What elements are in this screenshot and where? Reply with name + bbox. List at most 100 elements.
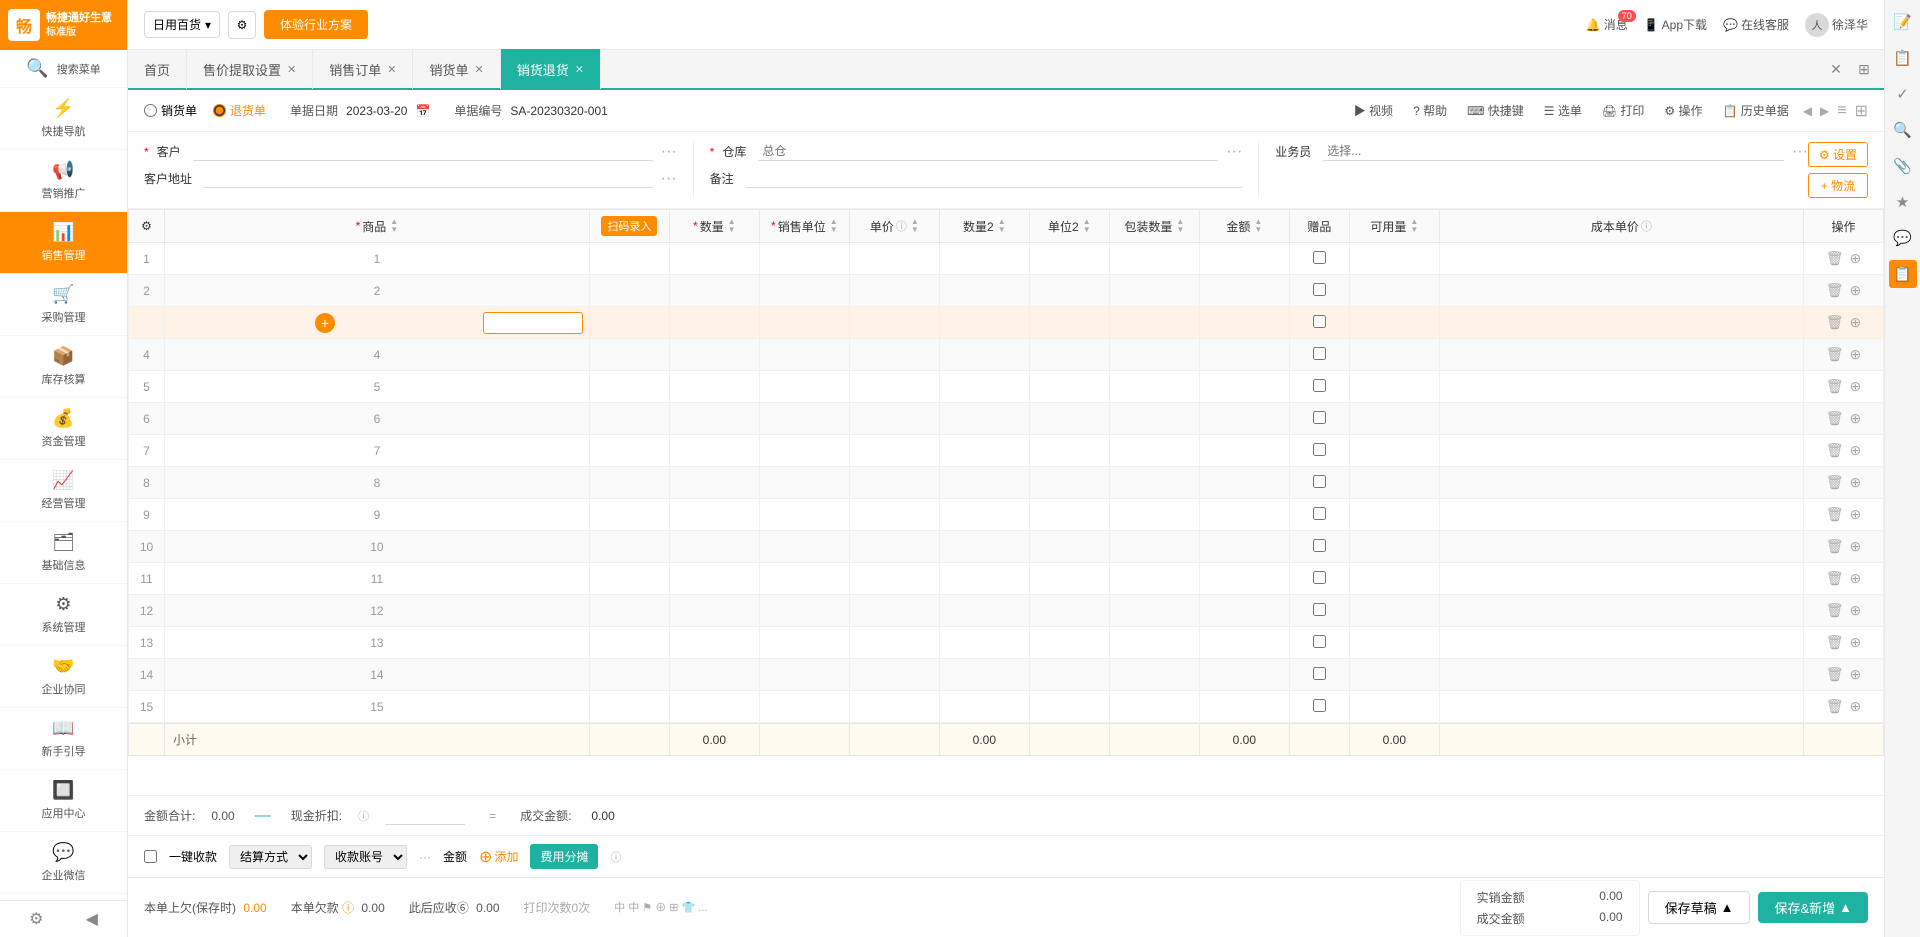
cell-amount-10[interactable] bbox=[1199, 531, 1289, 563]
copy-btn-2[interactable]: ⊕ bbox=[1850, 282, 1862, 299]
cell-unit2-1[interactable] bbox=[1029, 243, 1109, 275]
cell-qty2-10[interactable] bbox=[939, 531, 1029, 563]
cell-qty-7[interactable] bbox=[669, 435, 759, 467]
cell-unit-8[interactable] bbox=[759, 467, 849, 499]
cell-unit2-15[interactable] bbox=[1029, 691, 1109, 723]
cell-gift-6[interactable] bbox=[1289, 403, 1349, 435]
cell-price-13[interactable] bbox=[849, 627, 939, 659]
cell-price-10[interactable] bbox=[849, 531, 939, 563]
right-panel-notes[interactable]: 📝 bbox=[1889, 8, 1917, 36]
gift-check-9[interactable] bbox=[1313, 507, 1326, 520]
cell-gift-10[interactable] bbox=[1289, 531, 1349, 563]
delete-btn-7[interactable]: 🗑 bbox=[1826, 442, 1844, 459]
cell-cost-12[interactable] bbox=[1439, 595, 1803, 627]
cell-available-10[interactable] bbox=[1349, 531, 1439, 563]
cell-amount-3[interactable] bbox=[1199, 307, 1289, 339]
cell-price-7[interactable] bbox=[849, 435, 939, 467]
salesperson-input[interactable] bbox=[1323, 142, 1784, 161]
right-panel-attach[interactable]: 📎 bbox=[1889, 152, 1917, 180]
operate-btn[interactable]: ⚙ 操作 bbox=[1658, 100, 1708, 121]
cell-qty2-11[interactable] bbox=[939, 563, 1029, 595]
select-btn[interactable]: ☰ 选单 bbox=[1538, 100, 1588, 121]
cell-cost-15[interactable] bbox=[1439, 691, 1803, 723]
cell-cost-10[interactable] bbox=[1439, 531, 1803, 563]
cell-product-4[interactable]: 4 bbox=[165, 339, 590, 371]
cell-unit-13[interactable] bbox=[759, 627, 849, 659]
cell-qty-6[interactable] bbox=[669, 403, 759, 435]
debt-icon[interactable]: ⓘ bbox=[342, 901, 354, 915]
cell-amount-8[interactable] bbox=[1199, 467, 1289, 499]
cell-price-6[interactable] bbox=[849, 403, 939, 435]
user-btn[interactable]: 人 徐泽华 bbox=[1805, 13, 1868, 37]
customer-dots[interactable]: ··· bbox=[661, 143, 677, 161]
cost-info-icon[interactable]: ⓘ bbox=[1641, 218, 1652, 234]
cell-amount-7[interactable] bbox=[1199, 435, 1289, 467]
sidebar-item-system[interactable]: ⚙ 系统管理 bbox=[0, 584, 127, 646]
add-row-btn[interactable]: + bbox=[315, 313, 335, 333]
unit2-sort[interactable]: ▲▼ bbox=[1083, 218, 1091, 234]
cell-product-14[interactable]: 14 bbox=[165, 659, 590, 691]
tab-sales-return[interactable]: 销货退货 ✕ bbox=[501, 49, 601, 89]
cell-gift-5[interactable] bbox=[1289, 371, 1349, 403]
cell-product-1[interactable]: 1 bbox=[165, 243, 590, 275]
cell-available-2[interactable] bbox=[1349, 275, 1439, 307]
copy-btn-10[interactable]: ⊕ bbox=[1850, 538, 1862, 555]
cell-price-9[interactable] bbox=[849, 499, 939, 531]
fee-info-icon[interactable]: ⓘ bbox=[610, 849, 621, 865]
cell-amount-13[interactable] bbox=[1199, 627, 1289, 659]
tab-sales-order[interactable]: 销售订单 ✕ bbox=[313, 49, 413, 89]
cell-unit2-13[interactable] bbox=[1029, 627, 1109, 659]
cell-amount-6[interactable] bbox=[1199, 403, 1289, 435]
copy-btn-3[interactable]: ⊕ bbox=[1850, 314, 1862, 331]
cell-qty-10[interactable] bbox=[669, 531, 759, 563]
cell-price-1[interactable] bbox=[849, 243, 939, 275]
cell-amount-12[interactable] bbox=[1199, 595, 1289, 627]
cell-available-1[interactable] bbox=[1349, 243, 1439, 275]
delete-btn-3[interactable]: 🗑 bbox=[1826, 314, 1844, 331]
cell-qty2-3[interactable] bbox=[939, 307, 1029, 339]
cell-available-4[interactable] bbox=[1349, 339, 1439, 371]
list-view-icon[interactable]: ≡ bbox=[1837, 102, 1846, 120]
warehouse-input[interactable] bbox=[758, 142, 1218, 161]
cell-unit-12[interactable] bbox=[759, 595, 849, 627]
cell-gift-8[interactable] bbox=[1289, 467, 1349, 499]
cell-amount-5[interactable] bbox=[1199, 371, 1289, 403]
message-btn[interactable]: 🔔 消息 70 bbox=[1586, 16, 1628, 33]
cell-unit-6[interactable] bbox=[759, 403, 849, 435]
radio-return[interactable]: 退货单 bbox=[213, 102, 266, 119]
save-new-btn[interactable]: 保存&新增 ▲ bbox=[1758, 892, 1868, 923]
gift-check-13[interactable] bbox=[1313, 635, 1326, 648]
cell-pkg-9[interactable] bbox=[1109, 499, 1199, 531]
delete-btn-10[interactable]: 🗑 bbox=[1826, 538, 1844, 555]
settings-btn[interactable]: ⚙ 设置 bbox=[1808, 142, 1868, 167]
cell-price-3[interactable] bbox=[849, 307, 939, 339]
cell-qty-1[interactable] bbox=[669, 243, 759, 275]
price-info-icon[interactable]: ⓘ bbox=[896, 218, 907, 234]
cell-pkg-12[interactable] bbox=[1109, 595, 1199, 627]
nav-prev-icon[interactable]: ◀ bbox=[1803, 104, 1812, 118]
cell-cost-11[interactable] bbox=[1439, 563, 1803, 595]
cell-pkg-1[interactable] bbox=[1109, 243, 1199, 275]
cell-available-5[interactable] bbox=[1349, 371, 1439, 403]
cell-unit2-10[interactable] bbox=[1029, 531, 1109, 563]
delete-btn-2[interactable]: 🗑 bbox=[1826, 282, 1844, 299]
cell-unit2-4[interactable] bbox=[1029, 339, 1109, 371]
cell-amount-2[interactable] bbox=[1199, 275, 1289, 307]
cell-pkg-13[interactable] bbox=[1109, 627, 1199, 659]
cell-qty2-1[interactable] bbox=[939, 243, 1029, 275]
delete-btn-12[interactable]: 🗑 bbox=[1826, 602, 1844, 619]
gift-check-8[interactable] bbox=[1313, 475, 1326, 488]
cell-product-12[interactable]: 12 bbox=[165, 595, 590, 627]
one-key-payment-check[interactable] bbox=[144, 850, 157, 863]
cell-available-7[interactable] bbox=[1349, 435, 1439, 467]
cell-pkg-8[interactable] bbox=[1109, 467, 1199, 499]
cell-available-14[interactable] bbox=[1349, 659, 1439, 691]
tab-menu-btn[interactable]: ⊞ bbox=[1852, 57, 1876, 81]
copy-btn-5[interactable]: ⊕ bbox=[1850, 378, 1862, 395]
copy-btn-8[interactable]: ⊕ bbox=[1850, 474, 1862, 491]
cell-unit-15[interactable] bbox=[759, 691, 849, 723]
gift-check-3[interactable] bbox=[1313, 315, 1326, 328]
product-input[interactable] bbox=[483, 312, 583, 334]
cell-qty-14[interactable] bbox=[669, 659, 759, 691]
copy-btn-11[interactable]: ⊕ bbox=[1850, 570, 1862, 587]
